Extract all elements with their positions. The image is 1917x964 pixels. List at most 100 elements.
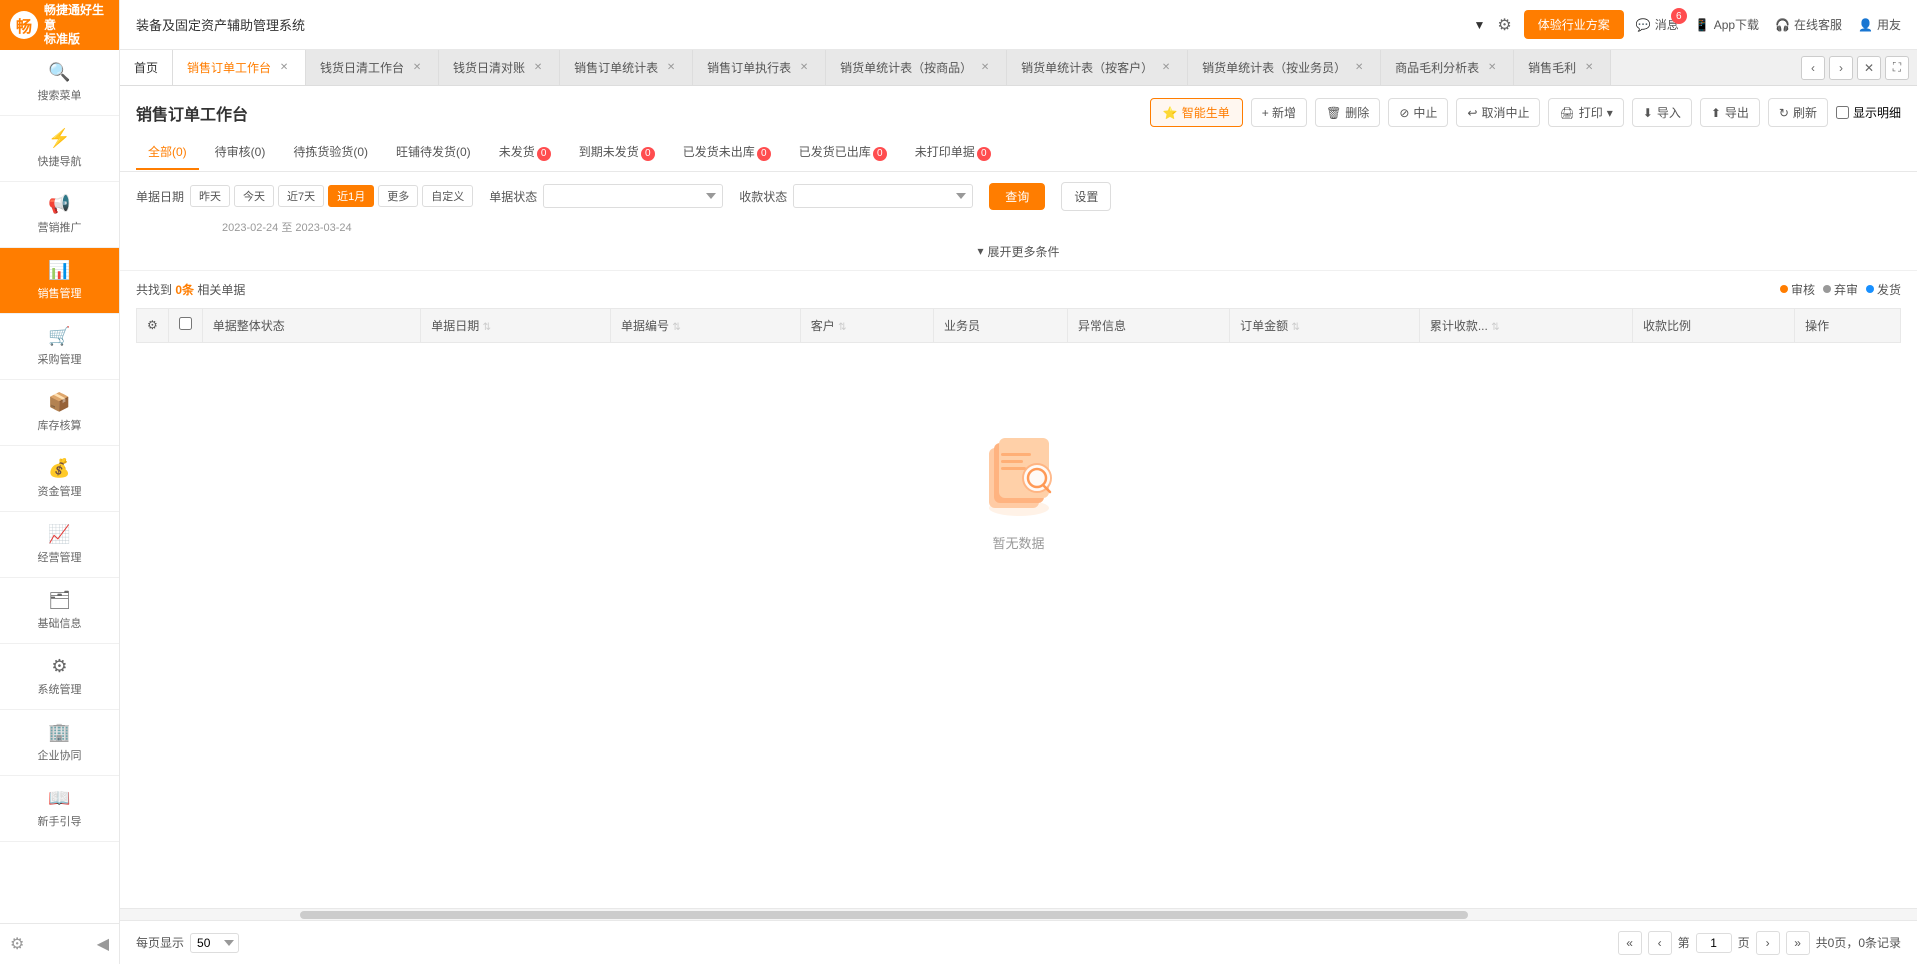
- sub-tab-pending-check[interactable]: 待拣货验货(0): [281, 135, 380, 170]
- export-btn[interactable]: ⬆ 导出: [1700, 98, 1760, 127]
- tab-sales-exec[interactable]: 销售订单执行表✕: [693, 50, 826, 86]
- date-btn-yesterday[interactable]: 昨天: [190, 185, 230, 207]
- sidebar-item-purchase[interactable]: 🛒采购管理: [0, 314, 119, 380]
- date-btn-more[interactable]: 更多: [378, 185, 418, 207]
- th-date: 单据日期 ⇅: [421, 308, 611, 342]
- tab-goods-stat-staff[interactable]: 销货单统计表（按业务员）✕: [1188, 50, 1381, 86]
- sidebar: 畅 畅捷通好生意 标准版 🔍搜索菜单⚡快捷导航📢营销推广📊销售管理🛒采购管理📦库…: [0, 0, 120, 964]
- online-service-btn[interactable]: 🎧 在线客服: [1775, 16, 1842, 33]
- sidebar-item-basic[interactable]: 🗂基础信息: [0, 578, 119, 644]
- date-sort-icon[interactable]: ⇅: [483, 322, 491, 333]
- tab-close-sales-stat[interactable]: ✕: [664, 61, 678, 75]
- sidebar-item-system[interactable]: ⚙系统管理: [0, 644, 119, 710]
- select-all-checkbox[interactable]: [179, 317, 192, 330]
- th-checkbox[interactable]: [168, 308, 202, 342]
- date-btn-custom[interactable]: 自定义: [422, 185, 473, 207]
- sidebar-item-marketing[interactable]: 📢营销推广: [0, 182, 119, 248]
- sidebar-item-operation[interactable]: 📈经营管理: [0, 512, 119, 578]
- date-btn-today[interactable]: 今天: [234, 185, 274, 207]
- app-download-btn[interactable]: 📱 App下载: [1695, 16, 1759, 33]
- tab-close-sales-exec[interactable]: ✕: [797, 61, 811, 75]
- industry-btn[interactable]: 体验行业方案: [1524, 10, 1624, 39]
- sub-tab-not-printed[interactable]: 未打印单据0: [903, 135, 1003, 171]
- messages-btn[interactable]: 💬 消息 6: [1636, 16, 1679, 33]
- tab-close-goods-stat-customer[interactable]: ✕: [1159, 61, 1173, 75]
- date-btn-1month[interactable]: 近1月: [328, 185, 374, 207]
- ship-dot: [1866, 285, 1874, 293]
- tab-goods-stat-product[interactable]: 销货单统计表（按商品）✕: [826, 50, 1007, 86]
- page-input[interactable]: [1696, 933, 1732, 953]
- status-select[interactable]: [543, 184, 723, 208]
- expand-filter-btn[interactable]: ▾ 展开更多条件: [977, 243, 1059, 260]
- scroll-thumb[interactable]: [300, 911, 1468, 919]
- tab-close-goods-margin[interactable]: ✕: [1485, 61, 1499, 75]
- date-btn-7days[interactable]: 近7天: [278, 185, 324, 207]
- set-btn[interactable]: 设置: [1061, 182, 1111, 211]
- user-btn[interactable]: 👤 用友: [1858, 16, 1901, 33]
- page-size-select[interactable]: 50 10 20 100: [190, 933, 239, 953]
- tab-close-sales-earn[interactable]: ✕: [1582, 61, 1596, 75]
- sub-tab-shipped-not-in[interactable]: 已发货未出库0: [671, 135, 783, 171]
- sidebar-item-search[interactable]: 🔍搜索菜单: [0, 50, 119, 116]
- collected-sort-icon[interactable]: ⇅: [1491, 322, 1499, 333]
- first-page-btn[interactable]: «: [1618, 931, 1642, 955]
- topbar-settings-icon[interactable]: ⚙: [1497, 15, 1511, 35]
- sub-tab-all[interactable]: 全部(0): [136, 135, 199, 170]
- page-total-text: 共0页，0条记录: [1816, 934, 1901, 951]
- collapse-icon[interactable]: ◀: [97, 934, 109, 954]
- cancel-stop-btn[interactable]: ↩ 取消中止: [1456, 98, 1540, 127]
- last-page-btn[interactable]: »: [1786, 931, 1810, 955]
- show-detail-checkbox[interactable]: [1836, 106, 1849, 119]
- sidebar-item-finance[interactable]: 💰资金管理: [0, 446, 119, 512]
- tab-close-cash-reconcile[interactable]: ✕: [531, 61, 545, 75]
- sub-tab-shipped-out[interactable]: 已发货已出库0: [787, 135, 899, 171]
- sidebar-item-quick-nav[interactable]: ⚡快捷导航: [0, 116, 119, 182]
- tab-close-sales-order[interactable]: ✕: [277, 61, 291, 75]
- show-detail-label[interactable]: 显示明细: [1836, 104, 1901, 121]
- sub-tab-wangpu-pending[interactable]: 旺铺待发货(0): [384, 135, 483, 170]
- print-btn[interactable]: 🖨 打印 ▾: [1548, 98, 1623, 127]
- topbar-dropdown[interactable]: ▼: [1474, 18, 1486, 32]
- tab-goods-margin[interactable]: 商品毛利分析表✕: [1381, 50, 1514, 86]
- tab-next-btn[interactable]: ›: [1829, 56, 1853, 80]
- tab-prev-btn[interactable]: ‹: [1801, 56, 1825, 80]
- sidebar-item-enterprise[interactable]: 🏢企业协同: [0, 710, 119, 776]
- tab-sales-stat[interactable]: 销售订单统计表✕: [560, 50, 693, 86]
- number-sort-icon[interactable]: ⇅: [672, 322, 680, 333]
- batch-review-btn[interactable]: 审核: [1780, 281, 1815, 298]
- tab-goods-stat-customer[interactable]: 销货单统计表（按客户）✕: [1007, 50, 1188, 86]
- smart-btn[interactable]: ⭐ 智能生单: [1150, 98, 1243, 127]
- tab-sales-earn[interactable]: 销售毛利✕: [1514, 50, 1611, 86]
- import-btn[interactable]: ⬇ 导入: [1632, 98, 1692, 127]
- collection-select[interactable]: [793, 184, 973, 208]
- sidebar-item-inventory[interactable]: 📦库存核算: [0, 380, 119, 446]
- batch-ship-btn[interactable]: 发货: [1866, 281, 1901, 298]
- sub-tab-not-shipped[interactable]: 未发货0: [487, 135, 563, 171]
- horizontal-scrollbar[interactable]: [120, 908, 1917, 920]
- customer-sort-icon[interactable]: ⇅: [838, 322, 846, 333]
- tab-close-all-btn[interactable]: ✕: [1857, 56, 1881, 80]
- sidebar-item-guide[interactable]: 📖新手引导: [0, 776, 119, 842]
- sub-tab-overdue-not-shipped[interactable]: 到期未发货0: [567, 135, 667, 171]
- add-btn[interactable]: + 新增: [1251, 98, 1307, 127]
- sub-tab-pending-review[interactable]: 待审核(0): [203, 135, 278, 170]
- tab-cash-daily[interactable]: 钱货日清工作台✕: [306, 50, 439, 86]
- th-settings[interactable]: ⚙: [137, 308, 169, 342]
- tab-expand-btn[interactable]: ⛶: [1885, 56, 1909, 80]
- tab-close-cash-daily[interactable]: ✕: [410, 61, 424, 75]
- query-btn[interactable]: 查询: [989, 183, 1045, 210]
- batch-unreviewed-btn[interactable]: 弃审: [1823, 281, 1858, 298]
- tab-cash-reconcile[interactable]: 钱货日清对账✕: [439, 50, 560, 86]
- prev-page-btn[interactable]: ‹: [1648, 931, 1672, 955]
- sidebar-item-sales[interactable]: 📊销售管理: [0, 248, 119, 314]
- refresh-btn[interactable]: ↻ 刷新: [1768, 98, 1828, 127]
- tab-sales-order[interactable]: 销售订单工作台✕: [173, 50, 306, 86]
- settings-icon[interactable]: ⚙: [10, 934, 24, 954]
- next-page-btn[interactable]: ›: [1756, 931, 1780, 955]
- tab-home[interactable]: 首页: [120, 50, 173, 86]
- tab-close-goods-stat-product[interactable]: ✕: [978, 61, 992, 75]
- amount-sort-icon[interactable]: ⇅: [1291, 322, 1299, 333]
- stop-btn[interactable]: ⊘ 中止: [1388, 98, 1448, 127]
- tab-close-goods-stat-staff[interactable]: ✕: [1352, 61, 1366, 75]
- delete-btn[interactable]: 🗑 删除: [1315, 98, 1380, 127]
